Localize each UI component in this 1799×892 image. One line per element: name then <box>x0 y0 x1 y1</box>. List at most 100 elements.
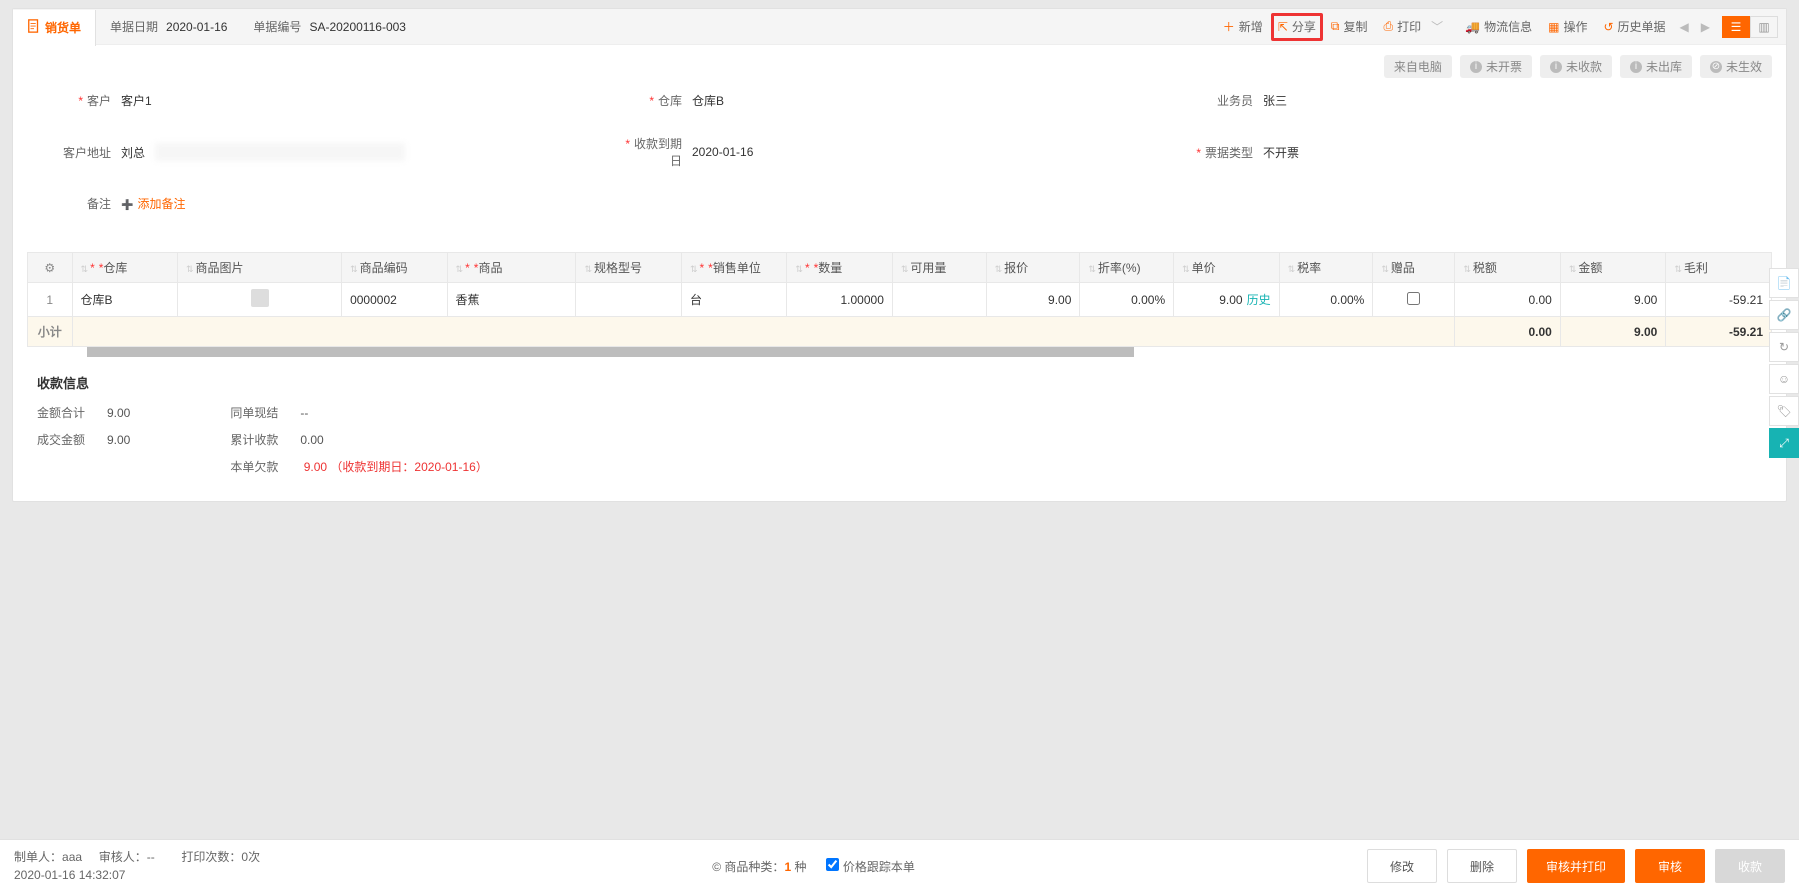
table-row[interactable]: 1 仓库B 0000002 香蕉 台 1.00000 9.00 0.00% 9.… <box>28 283 1772 317</box>
cell-unit[interactable]: 台 <box>681 283 786 317</box>
cell-code[interactable]: 0000002 <box>342 283 447 317</box>
price-history-link[interactable]: 历史 <box>1247 293 1271 307</box>
cell-avail[interactable] <box>892 283 986 317</box>
copyright-icon: © <box>712 860 721 874</box>
prev-icon[interactable]: ◀ <box>1674 20 1695 34</box>
col-image[interactable]: ⇅商品图片 <box>178 253 342 283</box>
cell-image[interactable] <box>178 283 342 317</box>
tab-title: 销货单 <box>45 19 81 36</box>
col-amount[interactable]: ⇅金额 <box>1560 253 1665 283</box>
print-button[interactable]: ⎙打印﹀ <box>1375 13 1457 41</box>
cell-discount[interactable]: 0.00% <box>1080 283 1174 317</box>
collect-button[interactable]: 收款 <box>1715 849 1785 883</box>
view-card-icon[interactable]: ▥ <box>1750 16 1778 38</box>
items-table: ⚙ ⇅*仓库 ⇅商品图片 ⇅商品编码 ⇅*商品 ⇅规格型号 ⇅*销售单位 ⇅*数… <box>27 252 1772 347</box>
cell-product[interactable]: 香蕉 <box>447 283 576 317</box>
invoice-value[interactable]: 不开票 <box>1263 144 1299 161</box>
audit-print-button[interactable]: 审核并打印 <box>1527 849 1625 883</box>
status-effect: ⊘未生效 <box>1700 55 1772 78</box>
plus-icon: ＋ <box>1223 18 1235 35</box>
edit-button[interactable]: 修改 <box>1367 849 1437 883</box>
deal-value: 9.00 <box>107 433 130 447</box>
audit-button[interactable]: 审核 <box>1635 849 1705 883</box>
kinds-value: 1 <box>784 860 791 874</box>
image-placeholder-icon <box>251 289 269 307</box>
print-value: 0次 <box>241 850 260 864</box>
no-value: SA-20200116-003 <box>309 20 406 34</box>
rail-tag-icon[interactable]: 🏷 <box>1769 396 1799 426</box>
add-remark-link[interactable]: 添加备注 <box>121 195 185 212</box>
follow-checkbox[interactable] <box>826 858 839 871</box>
col-unit[interactable]: ⇅*销售单位 <box>681 253 786 283</box>
col-price[interactable]: ⇅单价 <box>1174 253 1279 283</box>
col-avail[interactable]: ⇅可用量 <box>892 253 986 283</box>
col-product[interactable]: ⇅*商品 <box>447 253 576 283</box>
col-taxamt[interactable]: ⇅税额 <box>1455 253 1560 283</box>
col-tax[interactable]: ⇅税率 <box>1279 253 1373 283</box>
cell-tax[interactable]: 0.00% <box>1279 283 1373 317</box>
total-label: 金额合计 <box>37 404 107 421</box>
view-list-icon[interactable]: ☰ <box>1722 16 1750 38</box>
rail-refresh-icon[interactable]: ↻ <box>1769 332 1799 362</box>
new-button[interactable]: ＋新增 <box>1215 13 1271 41</box>
no-label: 单据编号 <box>253 18 301 35</box>
rail-user-icon[interactable]: ☺ <box>1769 364 1799 394</box>
rail-expand-icon[interactable]: ⤢ <box>1769 428 1799 458</box>
owed-label: 本单欠款 <box>230 458 300 475</box>
col-gift[interactable]: ⇅赠品 <box>1373 253 1455 283</box>
addr-value[interactable]: 刘总 <box>121 144 145 161</box>
cell-warehouse[interactable]: 仓库B <box>72 283 177 317</box>
rail-note-icon[interactable]: 📄 <box>1769 268 1799 298</box>
col-qty[interactable]: ⇅*数量 <box>787 253 892 283</box>
share-button[interactable]: ⇱分享 <box>1271 13 1323 41</box>
addr-blur <box>155 143 405 161</box>
auditor-value: -- <box>147 850 155 864</box>
cell-spec[interactable] <box>576 283 681 317</box>
maker-value: aaa <box>62 850 82 864</box>
date-value: 2020-01-16 <box>166 20 227 34</box>
status-collect: i未收款 <box>1540 55 1612 78</box>
warehouse-label: 仓库 <box>614 92 682 109</box>
cell-gift[interactable] <box>1373 283 1455 317</box>
subtotal-taxamt: 0.00 <box>1455 317 1560 347</box>
share-icon: ⇱ <box>1278 20 1288 34</box>
salesman-value[interactable]: 张三 <box>1263 92 1287 109</box>
payment-title: 收款信息 <box>37 373 1762 392</box>
ops-button[interactable]: ▦操作 <box>1540 13 1595 41</box>
customer-value[interactable]: 客户1 <box>121 92 152 109</box>
due-value[interactable]: 2020-01-16 <box>692 145 753 159</box>
col-quote[interactable]: ⇅报价 <box>986 253 1080 283</box>
gift-checkbox[interactable] <box>1407 292 1420 305</box>
logistics-button[interactable]: 🚚物流信息 <box>1457 13 1540 41</box>
col-spec[interactable]: ⇅规格型号 <box>576 253 681 283</box>
print-icon: ⎙ <box>1383 19 1393 34</box>
copy-icon: ⧉ <box>1331 19 1340 34</box>
cell-price[interactable]: 9.00历史 <box>1174 283 1279 317</box>
tab-sales-order[interactable]: 销货单 <box>13 10 96 46</box>
h-scrollbar[interactable] <box>87 347 1134 357</box>
col-code[interactable]: ⇅商品编码 <box>342 253 447 283</box>
col-warehouse[interactable]: ⇅*仓库 <box>72 253 177 283</box>
history-button[interactable]: ↺历史单据 <box>1595 13 1673 41</box>
next-icon[interactable]: ▶ <box>1695 20 1716 34</box>
col-profit[interactable]: ⇅毛利 <box>1666 253 1772 283</box>
warehouse-value[interactable]: 仓库B <box>692 92 724 109</box>
cell-amount: 9.00 <box>1560 283 1665 317</box>
cell-quote[interactable]: 9.00 <box>986 283 1080 317</box>
follow-price[interactable]: 价格跟踪本单 <box>826 858 914 875</box>
status-outbound: i未出库 <box>1620 55 1692 78</box>
delete-button[interactable]: 删除 <box>1447 849 1517 883</box>
salesman-label: 业务员 <box>1185 92 1253 109</box>
col-discount[interactable]: ⇅折率(%) <box>1080 253 1174 283</box>
settle-value: -- <box>300 406 308 420</box>
rail-attach-icon[interactable]: 🔗 <box>1769 300 1799 330</box>
gear-header[interactable]: ⚙ <box>28 253 73 283</box>
gear-icon: ⚙ <box>44 261 55 275</box>
customer-label: 客户 <box>43 92 111 109</box>
copy-button[interactable]: ⧉复制 <box>1323 13 1376 41</box>
info-icon: i <box>1470 61 1482 73</box>
cum-label: 累计收款 <box>230 431 300 448</box>
cell-qty[interactable]: 1.00000 <box>787 283 892 317</box>
auditor-label: 审核人： <box>99 850 147 864</box>
info-icon: i <box>1550 61 1562 73</box>
